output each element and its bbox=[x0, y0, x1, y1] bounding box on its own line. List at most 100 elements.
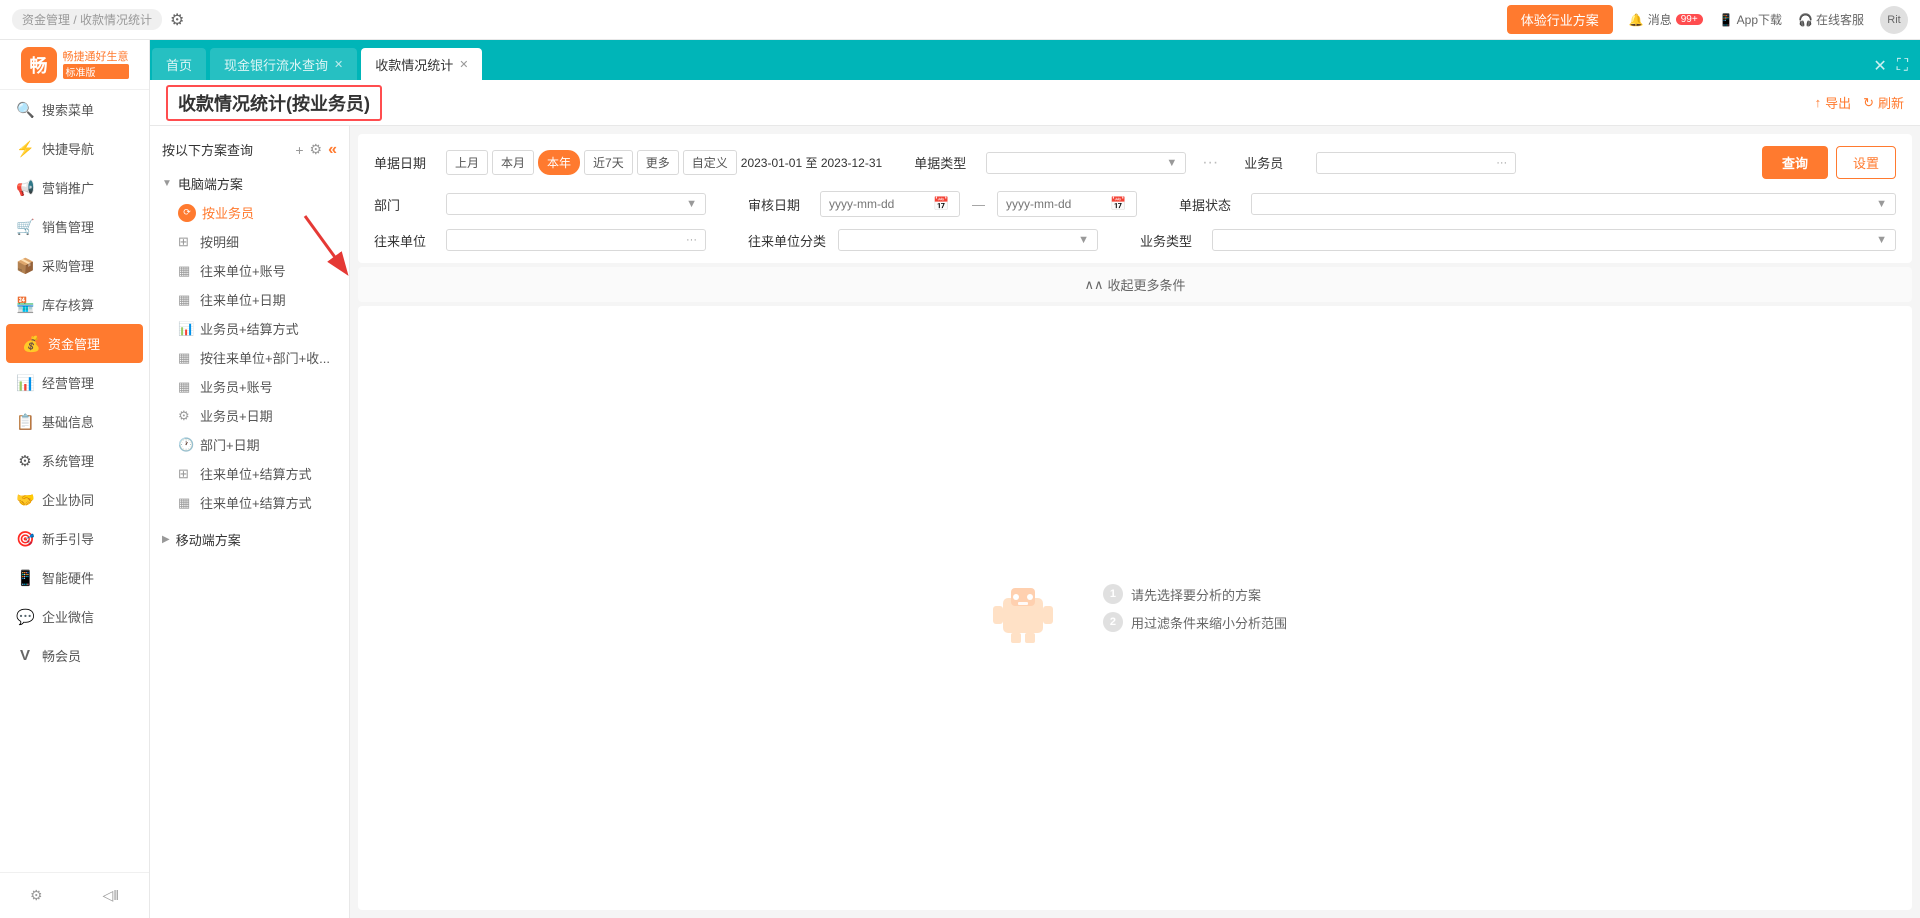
sidebar-item-vip[interactable]: V 畅会员 bbox=[0, 636, 149, 675]
query-btn[interactable]: 查询 bbox=[1762, 146, 1828, 179]
review-date-start-calendar-icon: 📅 bbox=[933, 196, 949, 212]
review-date-start-input[interactable]: 📅 bbox=[820, 191, 960, 217]
sidebar-item-hardware[interactable]: 📱 智能硬件 bbox=[0, 558, 149, 597]
scheme-item-salesperson-acct[interactable]: ▦ 业务员+账号 bbox=[150, 372, 349, 401]
tab-fullscreen-btn[interactable]: ⛶ bbox=[1897, 57, 1908, 75]
date-options-group: 上月 本月 本年 近7天 更多 自定义 2023-01-01 至 2023-12… bbox=[446, 150, 882, 175]
status-label: 单据状态 bbox=[1179, 195, 1239, 214]
scheme-item-salesperson-date[interactable]: ⚙ 业务员+日期 bbox=[150, 401, 349, 430]
system-icon: ⚙ bbox=[16, 452, 34, 470]
tab-collection-stats[interactable]: 收款情况统计 ✕ bbox=[361, 48, 482, 80]
scheme-item-partner-dept[interactable]: ▦ 按往来单位+部门+收... bbox=[150, 343, 349, 372]
sidebar-item-system[interactable]: ⚙ 系统管理 bbox=[0, 441, 149, 480]
scheme-panel: 按以下方案查询 + ⚙ « ▼ 电脑端方案 bbox=[150, 126, 350, 918]
sidebar-item-collab[interactable]: 🤝 企业协同 bbox=[0, 480, 149, 519]
biz-type-select[interactable]: ▼ bbox=[1212, 229, 1896, 251]
sidebar-item-sales[interactable]: 🛒 销售管理 bbox=[0, 207, 149, 246]
date-btn-custom[interactable]: 自定义 bbox=[683, 150, 737, 175]
download-icon: 📱 bbox=[1719, 13, 1734, 27]
sidebar-item-operations[interactable]: 📊 经营管理 bbox=[0, 363, 149, 402]
active-scheme-icon: ⟳ bbox=[178, 204, 196, 222]
salesperson-select[interactable]: ··· bbox=[1316, 152, 1516, 174]
dept-select[interactable]: ▼ bbox=[446, 193, 706, 215]
scheme-icon-partner-date: ▦ bbox=[178, 292, 194, 308]
sidebar-menu: 🔍 搜索菜单 ⚡ 快捷导航 📢 营销推广 🛒 销售管理 📦 采购管理 bbox=[0, 90, 149, 872]
biz-type-chevron: ▼ bbox=[1876, 234, 1887, 246]
date-dash-separator: — bbox=[972, 197, 985, 212]
sidebar-item-guide[interactable]: 🎯 新手引导 bbox=[0, 519, 149, 558]
scheme-settings-btn[interactable]: ⚙ bbox=[310, 141, 323, 158]
date-btn-this-month[interactable]: 本月 bbox=[492, 150, 534, 175]
scheme-group-desktop-title[interactable]: ▼ 电脑端方案 bbox=[150, 169, 349, 198]
scheme-item-partner-settle2[interactable]: ▦ 往来单位+结算方式 bbox=[150, 488, 349, 517]
date-btn-this-year[interactable]: 本年 bbox=[538, 150, 580, 175]
title-actions: ↑ 导出 ↻ 刷新 bbox=[1815, 93, 1904, 112]
online-service[interactable]: 🎧 在线客服 bbox=[1798, 11, 1864, 28]
basic-info-icon: 📋 bbox=[16, 413, 34, 431]
scheme-item-by-salesperson[interactable]: ⟳ 按业务员 bbox=[150, 198, 349, 227]
tab-bank-flow-close[interactable]: ✕ bbox=[334, 58, 343, 71]
review-date-end-calendar-icon: 📅 bbox=[1110, 196, 1126, 212]
review-date-end-input[interactable]: 📅 bbox=[997, 191, 1137, 217]
scheme-item-salesperson-settle[interactable]: 📊 业务员+结算方式 bbox=[150, 314, 349, 343]
notification-area[interactable]: 🔔 消息 99+ bbox=[1629, 11, 1703, 28]
group-arrow-desktop: ▼ bbox=[162, 178, 172, 189]
date-btn-more[interactable]: 更多 bbox=[637, 150, 679, 175]
sidebar-item-search[interactable]: 🔍 搜索菜单 bbox=[0, 90, 149, 129]
sidebar-settings-btn[interactable]: ⚙ bbox=[24, 881, 49, 910]
scheme-icon-dept-date: 🕐 bbox=[178, 437, 194, 453]
tab-home[interactable]: 首页 bbox=[152, 48, 206, 80]
scheme-item-partner-date[interactable]: ▦ 往来单位+日期 bbox=[150, 285, 349, 314]
header-right: 体验行业方案 🔔 消息 99+ 📱 App下载 🎧 在线客服 Rit bbox=[1507, 5, 1908, 34]
scheme-item-partner-settle1[interactable]: ⊞ 往来单位+结算方式 bbox=[150, 459, 349, 488]
empty-steps: 1 请先选择要分析的方案 2 用过滤条件来缩小分析范围 bbox=[1103, 584, 1287, 632]
header-settings-icon[interactable]: ⚙ bbox=[170, 10, 184, 30]
sidebar-item-quicknav[interactable]: ⚡ 快捷导航 bbox=[0, 129, 149, 168]
user-avatar[interactable]: Rit bbox=[1880, 6, 1908, 34]
refresh-btn[interactable]: ↻ 刷新 bbox=[1863, 93, 1904, 112]
scheme-item-partner-acct[interactable]: ▦ 往来单位+账号 bbox=[150, 256, 349, 285]
scheme-item-detail[interactable]: ⊞ 按明细 bbox=[150, 227, 349, 256]
date-btn-7days[interactable]: 近7天 bbox=[584, 150, 633, 175]
sidebar-collapse-btn[interactable]: ◁‖ bbox=[96, 881, 125, 910]
settings-btn[interactable]: 设置 bbox=[1836, 146, 1896, 179]
scheme-item-dept-date[interactable]: 🕐 部门+日期 bbox=[150, 430, 349, 459]
export-btn[interactable]: ↑ 导出 bbox=[1815, 93, 1852, 112]
trial-button[interactable]: 体验行业方案 bbox=[1507, 5, 1613, 34]
search-menu-icon: 🔍 bbox=[16, 101, 34, 119]
sidebar-item-purchase[interactable]: 📦 采购管理 bbox=[0, 246, 149, 285]
partner-category-select[interactable]: ▼ bbox=[838, 229, 1098, 251]
scheme-add-btn[interactable]: + bbox=[295, 142, 303, 158]
tab-close-all-btn[interactable]: ✕ bbox=[1873, 56, 1886, 76]
partner-select[interactable]: ··· bbox=[446, 229, 706, 251]
status-select[interactable]: ▼ bbox=[1251, 193, 1896, 215]
app-download[interactable]: 📱 App下载 bbox=[1719, 11, 1782, 28]
sidebar-item-finance[interactable]: 💰 资金管理 bbox=[6, 324, 143, 363]
review-date-end-field[interactable] bbox=[1006, 197, 1106, 211]
page-content-area: 收款情况统计(按业务员) ↑ 导出 ↻ 刷新 bbox=[150, 80, 1920, 918]
scheme-group-mobile: ▶ 移动端方案 bbox=[150, 521, 349, 558]
scheme-icon-partner-settle1: ⊞ bbox=[178, 466, 194, 482]
sidebar-item-inventory[interactable]: 🏪 库存核算 bbox=[0, 285, 149, 324]
date-btn-last-month[interactable]: 上月 bbox=[446, 150, 488, 175]
chevron-up-icon: ∧∧ bbox=[1084, 277, 1103, 293]
category-select[interactable]: ▼ bbox=[986, 152, 1186, 174]
date-label: 单据日期 bbox=[374, 153, 434, 172]
sales-icon: 🛒 bbox=[16, 218, 34, 236]
scheme-collapse-btn[interactable]: « bbox=[328, 141, 337, 159]
category-more-dots[interactable]: ··· bbox=[1202, 154, 1218, 172]
tab-collection-close[interactable]: ✕ bbox=[459, 58, 468, 71]
hardware-icon: 📱 bbox=[16, 569, 34, 587]
category-label: 单据类型 bbox=[914, 153, 974, 172]
tab-bank-flow[interactable]: 现金银行流水查询 ✕ bbox=[210, 48, 357, 80]
tab-bar: 首页 现金银行流水查询 ✕ 收款情况统计 ✕ ✕ ⛶ bbox=[150, 40, 1920, 80]
scheme-group-mobile-title[interactable]: ▶ 移动端方案 bbox=[150, 525, 349, 554]
operations-icon: 📊 bbox=[16, 374, 34, 392]
sidebar-item-basic-info[interactable]: 📋 基础信息 bbox=[0, 402, 149, 441]
sidebar-item-wechat[interactable]: 💬 企业微信 bbox=[0, 597, 149, 636]
collapse-bar[interactable]: ∧∧ 收起更多条件 bbox=[358, 267, 1912, 302]
guide-icon: 🎯 bbox=[16, 530, 34, 548]
review-date-start-field[interactable] bbox=[829, 197, 929, 211]
header-left: 资金管理 / 收款情况统计 ⚙ bbox=[12, 9, 184, 30]
sidebar-item-marketing[interactable]: 📢 营销推广 bbox=[0, 168, 149, 207]
